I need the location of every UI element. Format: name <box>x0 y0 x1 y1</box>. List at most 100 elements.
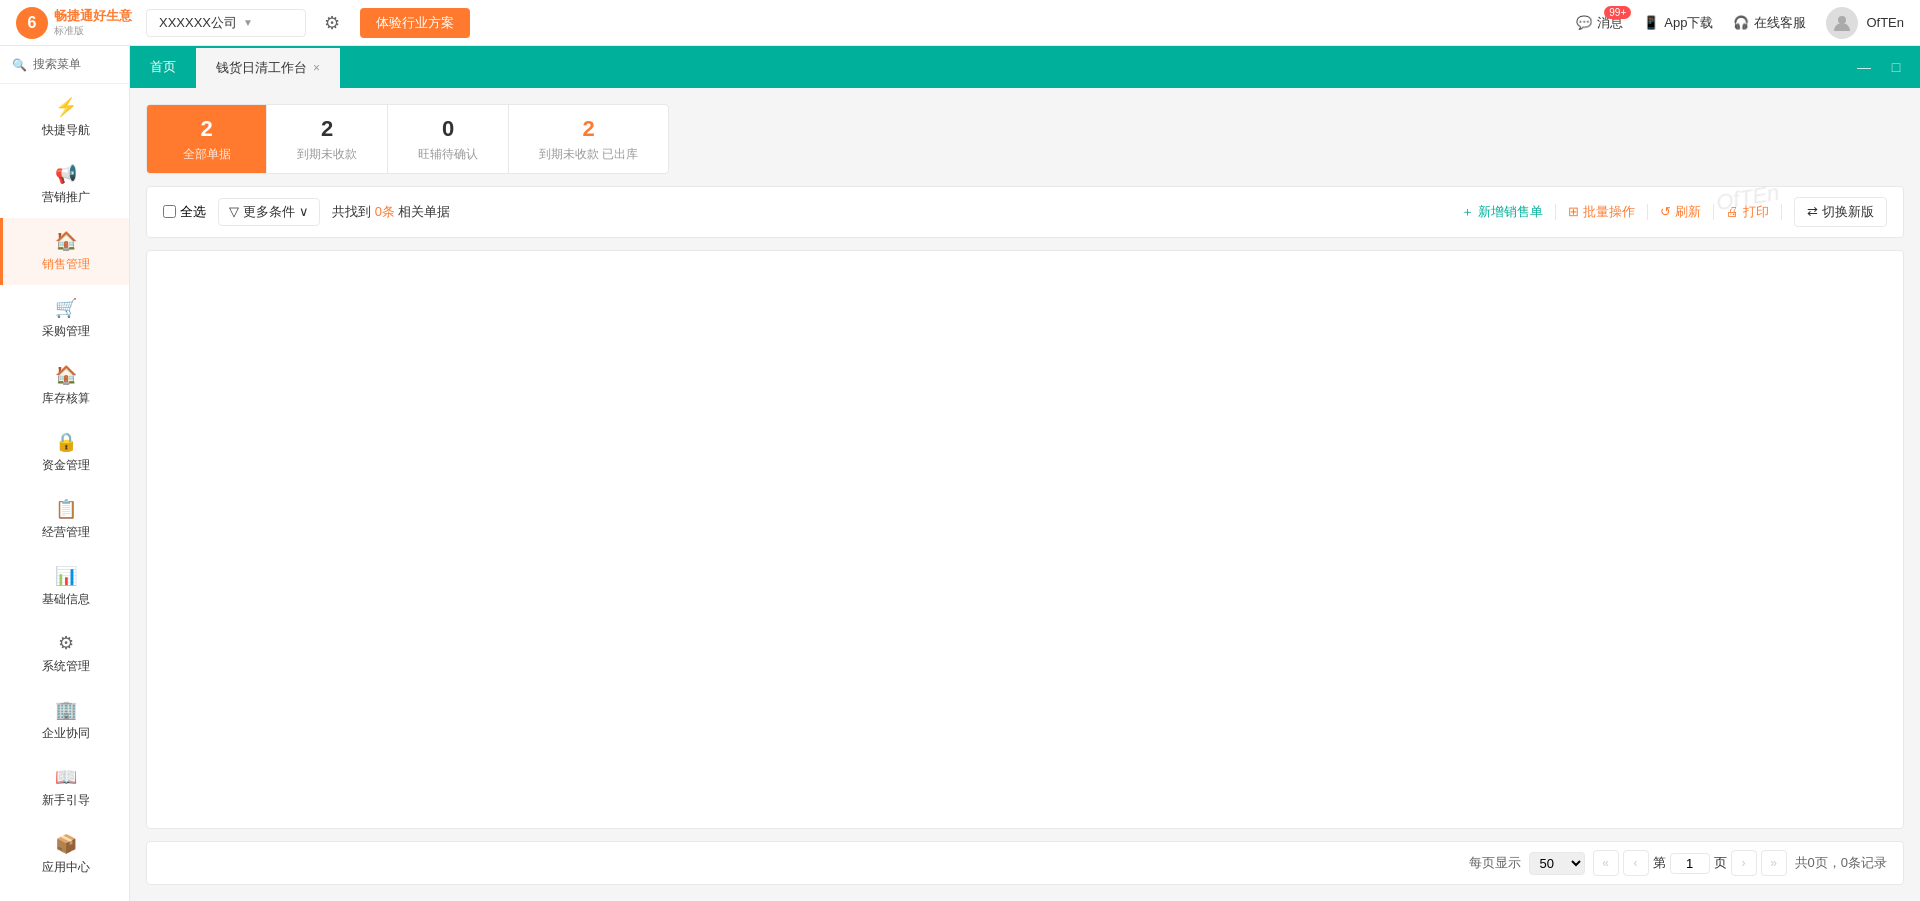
tab-workbench[interactable]: 钱货日清工作台 × <box>196 46 340 88</box>
company-name: XXXXXX公司 <box>159 14 237 32</box>
select-all-checkbox[interactable]: 全选 <box>163 203 206 221</box>
maximize-icon: □ <box>1892 59 1900 75</box>
sidebar-item-enterprise[interactable]: 🏢 企业协同 <box>0 687 129 754</box>
per-page-label: 每页显示 <box>1469 854 1521 872</box>
sidebar-item-label: 资金管理 <box>42 457 90 474</box>
stat-tab-all[interactable]: 2 全部单据 <box>147 105 267 173</box>
next-page-button[interactable]: › <box>1731 850 1757 876</box>
company-selector[interactable]: XXXXXX公司 ▼ <box>146 9 306 37</box>
add-sales-button[interactable]: ＋ 新增销售单 <box>1461 203 1543 221</box>
stat-num-overdue-unpaid: 2 <box>297 115 357 144</box>
sidebar-item-label: 应用中心 <box>42 859 90 876</box>
sidebar-item-basic-info[interactable]: 📊 基础信息 <box>0 553 129 620</box>
sidebar-item-label: 企业协同 <box>42 725 90 742</box>
system-icon: ⚙ <box>58 632 74 654</box>
sidebar-item-quick-nav[interactable]: ⚡ 快捷导航 <box>0 84 129 151</box>
stat-label-overdue-unshipped: 到期未收款 已出库 <box>539 146 638 163</box>
online-service-button[interactable]: 🎧 在线客服 <box>1733 14 1806 32</box>
page-number-input[interactable] <box>1670 853 1710 874</box>
sidebar-item-marketing[interactable]: 📢 营销推广 <box>0 151 129 218</box>
sidebar-item-wechat[interactable]: 💬 企业微信 <box>0 888 129 901</box>
svg-point-0 <box>1838 16 1846 24</box>
tab-maximize-button[interactable]: □ <box>1882 53 1910 81</box>
print-button[interactable]: 🖨 打印 <box>1726 203 1769 221</box>
dropdown-arrow: ∨ <box>299 204 309 219</box>
page-text: 第 <box>1653 854 1666 872</box>
marketing-icon: 📢 <box>55 163 77 185</box>
batch-op-label: 批量操作 <box>1583 203 1635 221</box>
batch-op-button[interactable]: ⊞ 批量操作 <box>1568 203 1635 221</box>
message-icon: 💬 <box>1576 15 1592 30</box>
minimize-icon: — <box>1857 59 1871 75</box>
quick-nav-icon: ⚡ <box>55 96 77 118</box>
user-name: OfTEn <box>1866 15 1904 30</box>
content-area: 首页 钱货日清工作台 × — □ 2 全部单据 <box>130 46 1920 901</box>
refresh-label: 刷新 <box>1675 203 1701 221</box>
basic-info-icon: 📊 <box>55 565 77 587</box>
switch-icon: ⇄ <box>1807 204 1818 219</box>
search-menu-label: 搜索菜单 <box>33 56 81 73</box>
sidebar-item-system[interactable]: ⚙ 系统管理 <box>0 620 129 687</box>
user-area[interactable]: OfTEn <box>1826 7 1904 39</box>
tab-workbench-label: 钱货日清工作台 <box>216 59 307 77</box>
tab-controls: — □ <box>1850 46 1920 88</box>
tab-home[interactable]: 首页 <box>130 46 196 88</box>
sidebar-item-guide[interactable]: 📖 新手引导 <box>0 754 129 821</box>
stat-tab-overdue-unshipped[interactable]: 2 到期未收款 已出库 <box>509 105 668 173</box>
table-area <box>146 250 1904 829</box>
filter-icon: ▽ <box>229 204 239 219</box>
sidebar-item-finance[interactable]: 🔒 资金管理 <box>0 419 129 486</box>
first-page-button[interactable]: « <box>1593 850 1619 876</box>
sidebar-item-operations[interactable]: 📋 经营管理 <box>0 486 129 553</box>
search-menu[interactable]: 🔍 搜索菜单 <box>0 46 129 84</box>
stat-label-all: 全部单据 <box>177 146 236 163</box>
sidebar-item-purchase[interactable]: 🛒 采购管理 <box>0 285 129 352</box>
per-page-select[interactable]: 50 20 100 200 <box>1529 852 1585 875</box>
print-icon: 🖨 <box>1726 204 1739 219</box>
sidebar-item-label: 采购管理 <box>42 323 90 340</box>
sidebar-item-label: 库存核算 <box>42 390 90 407</box>
stat-label-wangwang: 旺辅待确认 <box>418 146 478 163</box>
stat-num-overdue-unshipped: 2 <box>539 115 638 144</box>
sales-icon: 🏠 <box>55 230 77 252</box>
last-page-button[interactable]: » <box>1761 850 1787 876</box>
sidebar-item-label: 快捷导航 <box>42 122 90 139</box>
sidebar-item-label: 销售管理 <box>42 256 90 273</box>
refresh-icon: ↺ <box>1660 204 1671 219</box>
page-content: 2 全部单据 2 到期未收款 0 旺辅待确认 2 到期未收款 已出库 <box>130 88 1920 901</box>
switch-version-button[interactable]: ⇄ 切换新版 <box>1794 197 1887 227</box>
inventory-icon: 🏠 <box>55 364 77 386</box>
sidebar-item-app-center[interactable]: 📦 应用中心 <box>0 821 129 888</box>
divider-3 <box>1713 204 1714 220</box>
select-all-label: 全选 <box>180 203 206 221</box>
switch-version-label: 切换新版 <box>1822 203 1874 221</box>
refresh-button[interactable]: ↺ 刷新 <box>1660 203 1701 221</box>
guide-icon: 📖 <box>55 766 77 788</box>
stats-tabs: 2 全部单据 2 到期未收款 0 旺辅待确认 2 到期未收款 已出库 <box>146 104 669 174</box>
tab-minimize-button[interactable]: — <box>1850 53 1878 81</box>
settings-button[interactable]: ⚙ <box>316 7 348 39</box>
tab-close-icon[interactable]: × <box>313 61 320 75</box>
app-download-button[interactable]: 📱 App下载 <box>1643 14 1713 32</box>
total-text: 共0页，0条记录 <box>1795 854 1887 872</box>
experience-button[interactable]: 体验行业方案 <box>360 8 470 38</box>
divider-1 <box>1555 204 1556 220</box>
found-count: 0条 <box>375 204 395 219</box>
logo-icon: 6 <box>16 7 48 39</box>
page-text-2: 页 <box>1714 854 1727 872</box>
more-conditions-button[interactable]: ▽ 更多条件 ∨ <box>218 198 320 226</box>
sidebar-item-sales[interactable]: 🏠 销售管理 <box>0 218 129 285</box>
stat-tab-wangwang[interactable]: 0 旺辅待确认 <box>388 105 509 173</box>
message-button[interactable]: 💬 消息 99+ <box>1576 14 1623 32</box>
add-icon: ＋ <box>1461 203 1474 221</box>
stat-tab-overdue-unpaid[interactable]: 2 到期未收款 <box>267 105 388 173</box>
service-icon: 🎧 <box>1733 15 1749 30</box>
prev-page-button[interactable]: ‹ <box>1623 850 1649 876</box>
found-text: 共找到 0条 相关单据 <box>332 203 450 221</box>
header-right: 💬 消息 99+ 📱 App下载 🎧 在线客服 OfTEn <box>1576 7 1904 39</box>
select-all-input[interactable] <box>163 205 176 218</box>
sidebar-item-label: 系统管理 <box>42 658 90 675</box>
brand-main: 畅捷通好生意 <box>54 8 132 25</box>
finance-icon: 🔒 <box>55 431 77 453</box>
sidebar-item-inventory[interactable]: 🏠 库存核算 <box>0 352 129 419</box>
